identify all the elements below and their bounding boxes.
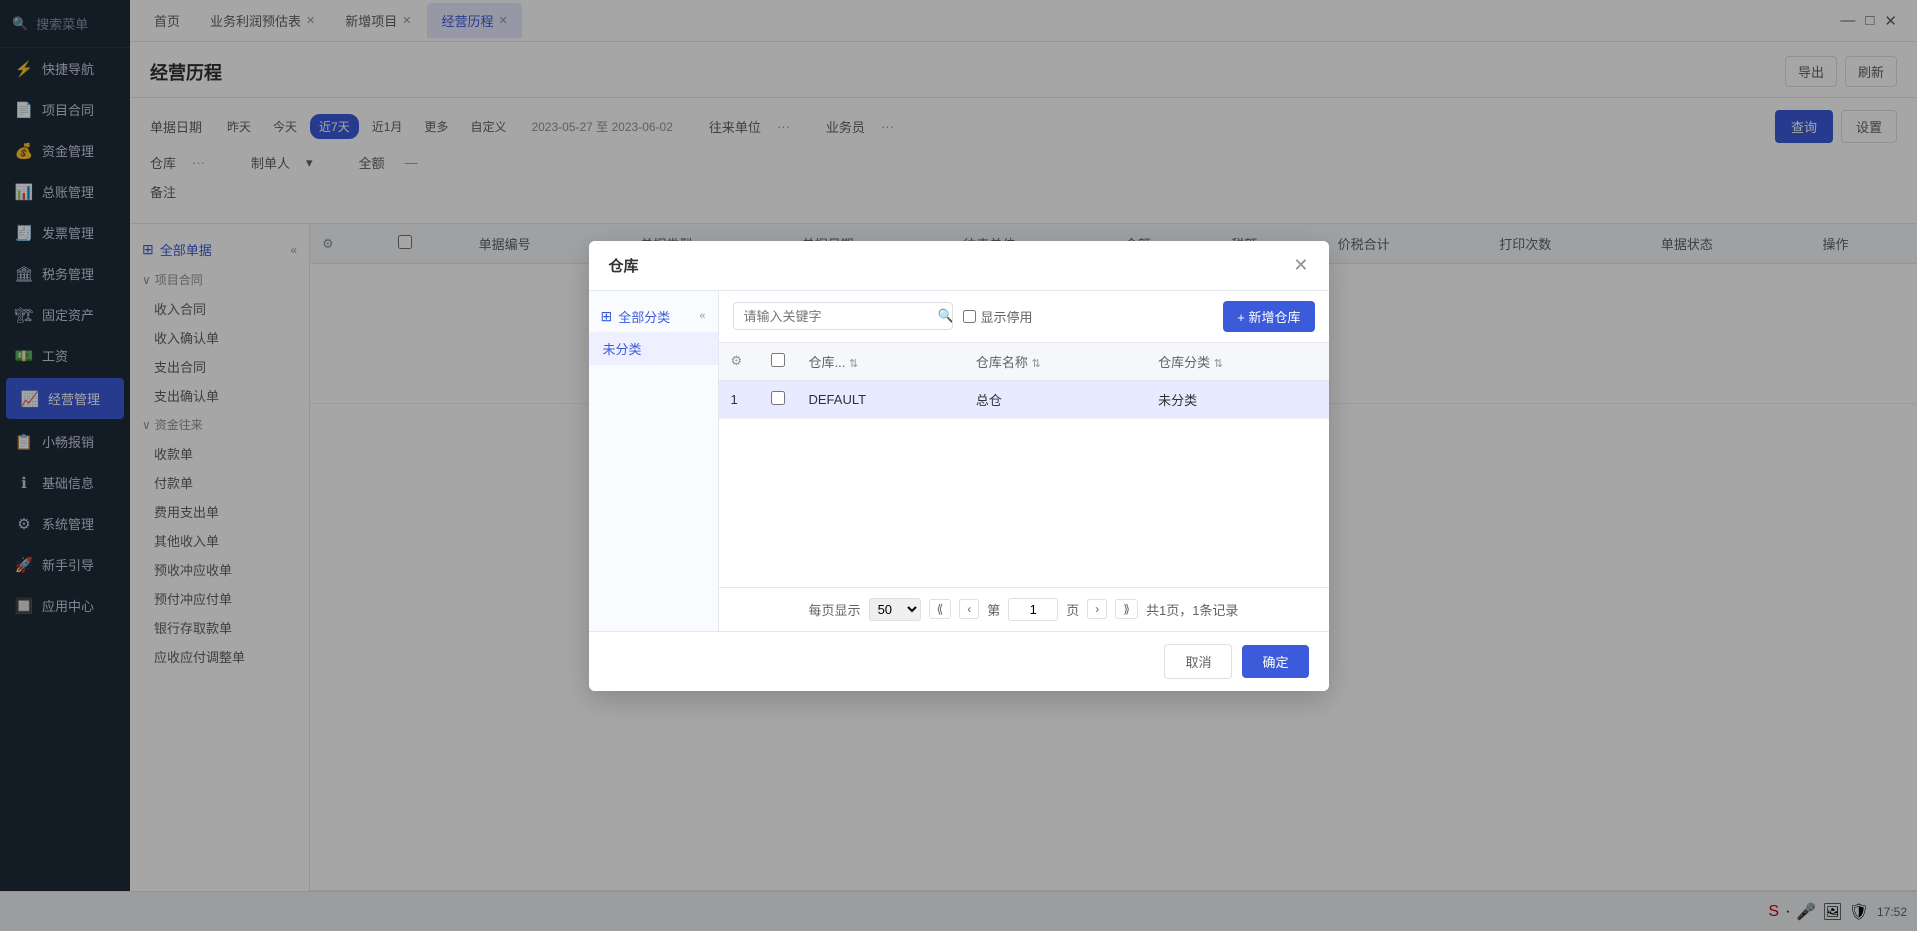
cancel-button[interactable]: 取消 [1164, 644, 1232, 679]
dialog-search-icon[interactable]: 🔍 [930, 303, 953, 329]
dialog-page-input[interactable] [1008, 598, 1058, 621]
row-checkbox[interactable] [759, 380, 797, 418]
dialog-close-icon[interactable]: ✕ [1293, 255, 1308, 276]
dialog-uncategorized-label: 未分类 [603, 342, 642, 357]
show-disabled-label[interactable]: 显示停用 [963, 307, 1033, 326]
dialog-all-label: 全部分类 [618, 307, 670, 326]
confirm-button[interactable]: 确定 [1242, 645, 1308, 678]
dialog-total: 共1页，1条记录 [1146, 600, 1238, 619]
show-disabled-checkbox[interactable] [963, 310, 976, 323]
dialog-left-header: ⊞ 全部分类 « [589, 301, 718, 332]
th-dialog-settings[interactable]: ⚙ [719, 343, 759, 381]
col-code-sort[interactable]: ⇅ [849, 358, 858, 370]
dialog-header: 仓库 ✕ [589, 241, 1329, 291]
dialog-per-page-label: 每页显示 [809, 600, 861, 619]
col-category-sort[interactable]: ⇅ [1214, 358, 1223, 370]
modal-overlay: 仓库 ✕ ⊞ 全部分类 « 未分类 🔍 [0, 0, 1917, 931]
dialog-first-btn[interactable]: ⟪ [929, 599, 952, 619]
dialog-per-page-select[interactable]: 50 100 [869, 598, 921, 621]
row-category: 未分类 [1146, 380, 1328, 418]
dialog-last-btn[interactable]: ⟫ [1115, 599, 1138, 619]
warehouse-dialog: 仓库 ✕ ⊞ 全部分类 « 未分类 🔍 [589, 241, 1329, 691]
dialog-title: 仓库 [609, 255, 639, 276]
dialog-left-panel: ⊞ 全部分类 « 未分类 [589, 291, 719, 631]
dialog-left-uncategorized[interactable]: 未分类 [589, 332, 718, 365]
th-dialog-name: 仓库名称 ⇅ [964, 343, 1146, 381]
row-code: DEFAULT [797, 380, 964, 418]
dialog-page-label: 第 [987, 600, 1000, 619]
show-disabled-text: 显示停用 [981, 307, 1033, 326]
table-row[interactable]: 1 DEFAULT 总仓 未分类 [719, 380, 1329, 418]
dialog-next-btn[interactable]: › [1087, 599, 1107, 619]
dialog-right-panel: 🔍 显示停用 + 新增仓库 ⚙ [719, 291, 1329, 631]
dialog-footer: 取消 确定 [589, 631, 1329, 691]
dialog-page-suffix: 页 [1066, 600, 1079, 619]
col-category-label: 仓库分类 [1158, 355, 1210, 370]
th-dialog-checkbox[interactable] [759, 343, 797, 381]
dialog-table: ⚙ 仓库... ⇅ 仓库名称 ⇅ [719, 343, 1329, 587]
add-warehouse-button[interactable]: + 新增仓库 [1223, 301, 1314, 332]
dialog-left-collapse[interactable]: « [699, 310, 705, 322]
dialog-search-input[interactable] [734, 304, 930, 329]
dialog-search-box[interactable]: 🔍 [733, 302, 953, 330]
col-name-sort[interactable]: ⇅ [1031, 358, 1040, 370]
dialog-body: ⊞ 全部分类 « 未分类 🔍 显示停用 [589, 291, 1329, 631]
th-dialog-code: 仓库... ⇅ [797, 343, 964, 381]
row-index: 1 [719, 380, 759, 418]
th-dialog-category: 仓库分类 ⇅ [1146, 343, 1328, 381]
dialog-prev-btn[interactable]: ‹ [959, 599, 979, 619]
dialog-pagination: 每页显示 50 100 ⟪ ‹ 第 页 › ⟫ 共1页，1条记录 [719, 587, 1329, 631]
dialog-toolbar: 🔍 显示停用 + 新增仓库 [719, 291, 1329, 343]
row-name: 总仓 [964, 380, 1146, 418]
col-code-label: 仓库... [809, 355, 846, 370]
col-name-label: 仓库名称 [976, 355, 1028, 370]
